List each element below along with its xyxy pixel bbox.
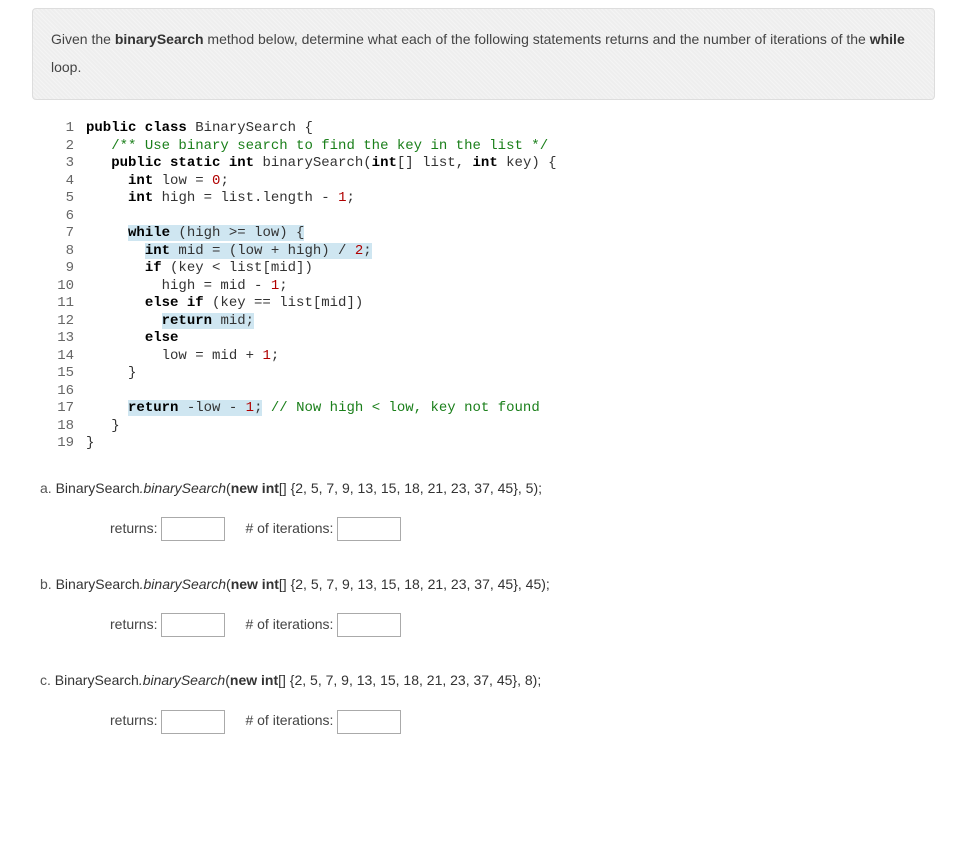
prompt-text-post: loop.: [51, 59, 81, 75]
code-block: 1 public class BinarySearch { 2 /** Use bi…: [50, 120, 963, 453]
code-line: 7 while (high >= low) {: [50, 225, 963, 243]
code-content: public static int binarySearch(int[] lis…: [86, 155, 557, 171]
code-content: while (high >= low) {: [86, 225, 304, 241]
code-line: 9 if (key < list[mid]): [50, 260, 963, 278]
question-a: a. BinarySearch.binarySearch(new int[] {…: [40, 477, 923, 541]
code-line: 17 return -low - 1; // Now high < low, k…: [50, 400, 963, 418]
line-number: 1: [50, 120, 74, 138]
returns-label: returns:: [110, 712, 157, 728]
iterations-label: # of iterations:: [245, 616, 333, 632]
code-content: else: [86, 330, 178, 346]
code-line: 11 else if (key == list[mid]): [50, 295, 963, 313]
class-name: BinarySearch: [56, 576, 140, 592]
line-number: 12: [50, 313, 74, 331]
code-line: 1 public class BinarySearch {: [50, 120, 963, 138]
code-line: 14 low = mid + 1;: [50, 348, 963, 366]
class-name: BinarySearch: [55, 672, 139, 688]
line-number: 6: [50, 208, 74, 226]
code-content: int low = 0;: [86, 173, 229, 189]
line-number: 8: [50, 243, 74, 261]
iterations-input[interactable]: [337, 710, 401, 734]
prompt-text-pre: Given the: [51, 31, 115, 47]
code-content: return -low - 1; // Now high < low, key …: [86, 400, 540, 416]
prompt-method-name: binarySearch: [115, 31, 204, 47]
code-content: }: [86, 435, 94, 451]
code-line: 8 int mid = (low + high) / 2;: [50, 243, 963, 261]
question-call: b. BinarySearch.binarySearch(new int[] {…: [40, 573, 923, 595]
call-args: [] {2, 5, 7, 9, 13, 15, 18, 21, 23, 37, …: [279, 480, 542, 496]
returns-label: returns:: [110, 520, 157, 536]
code-content: if (key < list[mid]): [86, 260, 313, 276]
line-number: 5: [50, 190, 74, 208]
line-number: 14: [50, 348, 74, 366]
question-letter: b.: [40, 576, 56, 592]
code-line: 12 return mid;: [50, 313, 963, 331]
question-c: c. BinarySearch.binarySearch(new int[] {…: [40, 669, 923, 733]
returns-input[interactable]: [161, 613, 225, 637]
new-int-keyword: new int: [230, 672, 278, 688]
line-number: 16: [50, 383, 74, 401]
code-content: public class BinarySearch {: [86, 120, 313, 136]
returns-label: returns:: [110, 616, 157, 632]
iterations-input[interactable]: [337, 613, 401, 637]
question-call: a. BinarySearch.binarySearch(new int[] {…: [40, 477, 923, 499]
iterations-input[interactable]: [337, 517, 401, 541]
code-content: low = mid + 1;: [86, 348, 279, 364]
question-letter: a.: [40, 480, 56, 496]
line-number: 4: [50, 173, 74, 191]
code-content: else if (key == list[mid]): [86, 295, 363, 311]
new-int-keyword: new int: [231, 480, 279, 496]
call-args: [] {2, 5, 7, 9, 13, 15, 18, 21, 23, 37, …: [278, 672, 541, 688]
question-b: b. BinarySearch.binarySearch(new int[] {…: [40, 573, 923, 637]
call-args: [] {2, 5, 7, 9, 13, 15, 18, 21, 23, 37, …: [279, 576, 550, 592]
code-content: high = mid - 1;: [86, 278, 288, 294]
code-line: 2 /** Use binary search to find the key …: [50, 138, 963, 156]
returns-input[interactable]: [161, 517, 225, 541]
line-number: 19: [50, 435, 74, 453]
method-name: .binarySearch: [140, 480, 226, 496]
prompt-text-mid: method below, determine what each of the…: [204, 31, 870, 47]
iterations-label: # of iterations:: [245, 712, 333, 728]
line-number: 11: [50, 295, 74, 313]
iterations-label: # of iterations:: [245, 520, 333, 536]
prompt-box: Given the binarySearch method below, det…: [32, 8, 935, 100]
code-content: /** Use binary search to find the key in…: [86, 138, 548, 154]
code-line: 15 }: [50, 365, 963, 383]
code-line: 5 int high = list.length - 1;: [50, 190, 963, 208]
line-number: 18: [50, 418, 74, 436]
new-int-keyword: new int: [231, 576, 279, 592]
line-number: 15: [50, 365, 74, 383]
method-name: .binarySearch: [140, 576, 226, 592]
code-line: 16: [50, 383, 963, 401]
class-name: BinarySearch: [56, 480, 140, 496]
code-content: int mid = (low + high) / 2;: [86, 243, 372, 259]
line-number: 13: [50, 330, 74, 348]
code-line: 6: [50, 208, 963, 226]
code-content: return mid;: [86, 313, 254, 329]
code-line: 10 high = mid - 1;: [50, 278, 963, 296]
line-number: 2: [50, 138, 74, 156]
code-line: 19}: [50, 435, 963, 453]
question-letter: c.: [40, 672, 55, 688]
code-line: 4 int low = 0;: [50, 173, 963, 191]
method-name: .binarySearch: [139, 672, 225, 688]
line-number: 3: [50, 155, 74, 173]
returns-input[interactable]: [161, 710, 225, 734]
code-line: 3 public static int binarySearch(int[] l…: [50, 155, 963, 173]
answer-row: returns: # of iterations:: [110, 710, 923, 734]
answer-row: returns: # of iterations:: [110, 517, 923, 541]
line-number: 7: [50, 225, 74, 243]
code-content: }: [86, 365, 136, 381]
line-number: 17: [50, 400, 74, 418]
code-line: 18 }: [50, 418, 963, 436]
line-number: 9: [50, 260, 74, 278]
code-content: int high = list.length - 1;: [86, 190, 355, 206]
line-number: 10: [50, 278, 74, 296]
answer-row: returns: # of iterations:: [110, 613, 923, 637]
prompt-loop-name: while: [870, 31, 905, 47]
code-content: }: [86, 418, 120, 434]
code-line: 13 else: [50, 330, 963, 348]
question-call: c. BinarySearch.binarySearch(new int[] {…: [40, 669, 923, 691]
